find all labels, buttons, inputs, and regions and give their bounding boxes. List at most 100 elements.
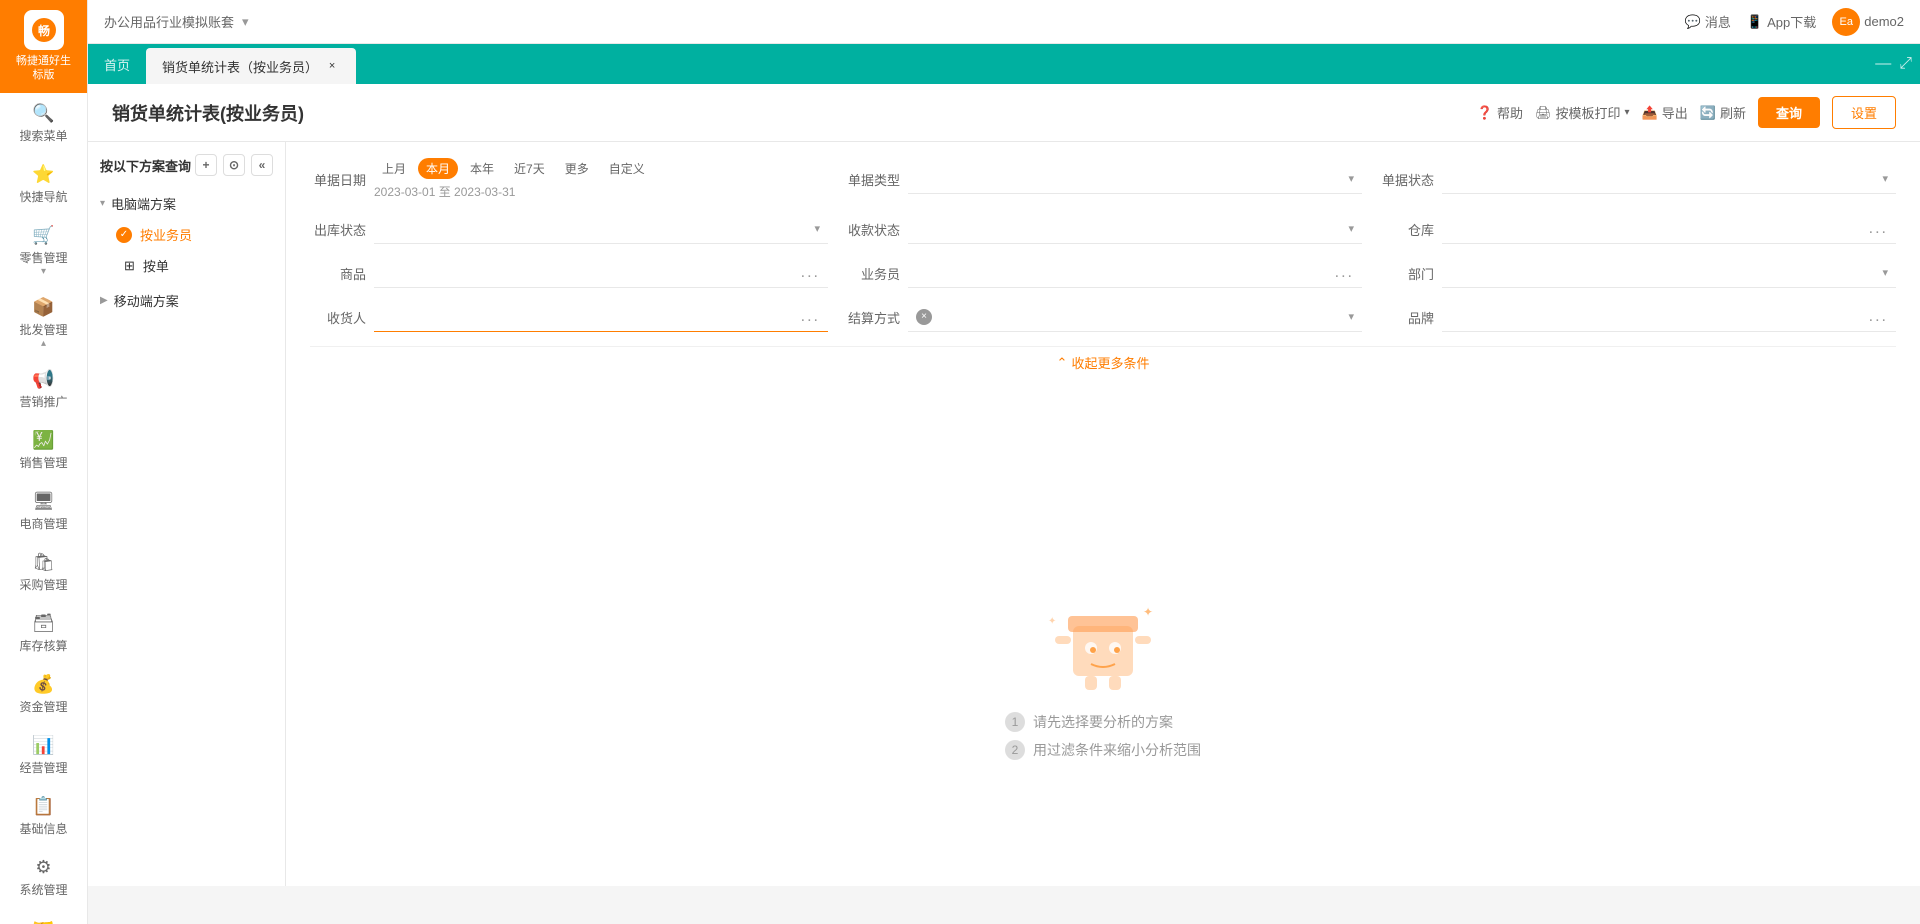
brand-input[interactable]: ... xyxy=(1442,302,1896,332)
export-icon: 📤 xyxy=(1642,105,1658,121)
tip-2-num: 2 xyxy=(1005,740,1025,760)
order-icon: ⊞ xyxy=(124,258,135,274)
date-tab-7days[interactable]: 近7天 xyxy=(506,158,553,179)
topbar-right: 💬 消息 📱 App下载 Ea demo2 xyxy=(1685,8,1904,36)
sidebar-item-inventory[interactable]: 🗃 库存核算 xyxy=(0,603,87,664)
refresh-btn[interactable]: 🔄 刷新 xyxy=(1700,103,1746,122)
sidebar-item-wholesale[interactable]: 📦 批发管理 ▴ xyxy=(0,287,87,359)
logo-text: 畅捷通好生 标版 xyxy=(16,54,71,83)
tab-active-label: 销货单统计表（按业务员） xyxy=(162,57,318,76)
filter-row-1: 单据日期 上月 本月 本年 近7天 更多 自定义 20 xyxy=(310,158,1896,200)
out-status-arrow: ▾ xyxy=(814,222,820,235)
sidebar-item-label: 经营管理 xyxy=(19,759,67,776)
sidebar-item-purchase[interactable]: 🛍 采购管理 xyxy=(0,542,87,603)
scheme-sub-label: 按单 xyxy=(143,256,169,275)
sidebar-item-system[interactable]: ⚙ 系统管理 xyxy=(0,847,87,908)
date-tab-current[interactable]: 本月 xyxy=(418,158,458,179)
sidebar-item-operation[interactable]: 📊 经营管理 xyxy=(0,725,87,786)
svg-text:✦: ✦ xyxy=(1143,605,1153,619)
app-name: 办公用品行业模拟账套 xyxy=(104,12,234,31)
collapse-btn[interactable]: ⌃ 收起更多条件 xyxy=(310,346,1896,378)
warehouse-input[interactable]: ... xyxy=(1442,214,1896,244)
receiver-label: 收货人 xyxy=(310,308,366,327)
ecommerce-icon: 🖥 xyxy=(32,491,55,512)
doc-status-input[interactable]: ▾ xyxy=(1442,164,1896,194)
date-tab-year[interactable]: 本年 xyxy=(462,158,502,179)
query-button[interactable]: 查询 xyxy=(1758,97,1820,128)
right-area: 单据日期 上月 本月 本年 近7天 更多 自定义 20 xyxy=(286,142,1920,886)
sidebar-item-ecommerce[interactable]: 🖥 电商管理 xyxy=(0,481,87,542)
filter-warehouse: 仓库 ... xyxy=(1378,214,1896,244)
scheme-add-btn[interactable]: + xyxy=(195,154,217,176)
message-label: 消息 xyxy=(1705,12,1731,31)
tab-active[interactable]: 销货单统计表（按业务员） × xyxy=(146,48,356,84)
sidebar-item-marketing[interactable]: 📢 营销推广 xyxy=(0,359,87,420)
receipt-status-label: 收款状态 xyxy=(844,220,900,239)
purchase-icon: 🛍 xyxy=(32,552,55,573)
empty-tips: 1 请先选择要分析的方案 2 用过滤条件来缩小分析范围 xyxy=(1005,712,1201,760)
scheme-item-salesperson[interactable]: ✓ 按业务员 xyxy=(88,219,285,250)
help-icon: ❓ xyxy=(1477,105,1493,121)
sidebar-item-sales[interactable]: 💹 销售管理 xyxy=(0,420,87,481)
pc-group-label: 电脑端方案 xyxy=(111,194,176,213)
tab-home-label: 首页 xyxy=(104,55,130,74)
department-input[interactable]: ▾ xyxy=(1442,258,1896,288)
product-input[interactable]: ... xyxy=(374,258,828,288)
mobile-group-arrow: ▶ xyxy=(100,295,108,306)
scheme-pc-group-header[interactable]: ▾ 电脑端方案 xyxy=(88,188,285,219)
filter-product: 商品 ... xyxy=(310,258,828,288)
filter-brand: 品牌 ... xyxy=(1378,302,1896,332)
svg-text:✦: ✦ xyxy=(1048,616,1056,627)
date-tab-prev[interactable]: 上月 xyxy=(374,158,414,179)
sidebar-item-quick-nav[interactable]: ⭐ 快捷导航 xyxy=(0,154,87,215)
user-action[interactable]: Ea demo2 xyxy=(1832,8,1904,36)
help-btn[interactable]: ❓ 帮助 xyxy=(1477,103,1523,122)
mobile-group-label: 移动端方案 xyxy=(114,291,179,310)
logo-icon: 畅 xyxy=(24,10,64,50)
sidebar-item-retail[interactable]: 🛒 零售管理 ▾ xyxy=(0,215,87,287)
salesperson-input[interactable]: ... xyxy=(908,258,1362,288)
export-btn[interactable]: 📤 导出 xyxy=(1642,103,1688,122)
scheme-copy-btn[interactable]: ⊙ xyxy=(223,154,245,176)
receiver-input[interactable]: ... xyxy=(374,302,828,332)
sidebar-item-search[interactable]: 🔍 搜索菜单 xyxy=(0,93,87,154)
sidebar-item-label: 库存核算 xyxy=(19,637,67,654)
filter-row-3: 商品 ... 业务员 ... xyxy=(310,258,1896,288)
message-action[interactable]: 💬 消息 xyxy=(1685,12,1731,31)
system-icon: ⚙ xyxy=(35,857,51,878)
filter-salesperson: 业务员 ... xyxy=(844,258,1362,288)
logo[interactable]: 畅 畅捷通好生 标版 xyxy=(0,0,87,93)
scheme-item-byorder[interactable]: ⊞ 按单 xyxy=(88,250,285,281)
sidebar-item-label: 采购管理 xyxy=(19,576,67,593)
department-arrow: ▾ xyxy=(1882,266,1888,279)
setting-button[interactable]: 设置 xyxy=(1832,96,1896,129)
scheme-item-label: 按业务员 xyxy=(140,225,192,244)
tab-maximize-btn[interactable]: ⤢ xyxy=(1899,55,1912,73)
date-tab-more[interactable]: 更多 xyxy=(557,158,597,179)
filter-row-4: 收货人 ... 结算方式 × ▾ xyxy=(310,302,1896,332)
out-status-input[interactable]: ▾ xyxy=(374,214,828,244)
sidebar-item-label: 资金管理 xyxy=(19,698,67,715)
doc-type-input[interactable]: ▾ xyxy=(908,164,1362,194)
tab-close-icon[interactable]: × xyxy=(324,58,340,74)
operation-icon: 📊 xyxy=(32,735,54,756)
settlement-clear-btn[interactable]: × xyxy=(916,309,932,325)
sidebar-item-finance[interactable]: 💰 资金管理 xyxy=(0,664,87,725)
filter-receipt-status: 收款状态 ▾ xyxy=(844,214,1362,244)
scheme-mobile-group[interactable]: ▶ 移动端方案 xyxy=(88,285,285,316)
svg-text:畅: 畅 xyxy=(37,23,49,38)
scheme-collapse-btn[interactable]: « xyxy=(251,154,273,176)
tab-home[interactable]: 首页 xyxy=(88,44,146,84)
topbar-chevron[interactable]: ▾ xyxy=(242,14,249,30)
receipt-status-input[interactable]: ▾ xyxy=(908,214,1362,244)
warehouse-dots: ... xyxy=(1869,220,1888,238)
department-label: 部门 xyxy=(1378,264,1434,283)
print-btn[interactable]: 🖨 按模板打印 ▾ xyxy=(1535,103,1630,122)
tab-minimize-btn[interactable]: — xyxy=(1875,55,1891,73)
download-action[interactable]: 📱 App下载 xyxy=(1747,12,1816,31)
sidebar-item-enterprise[interactable]: 🤝 企业协同 xyxy=(0,908,87,924)
sidebar-item-basic[interactable]: 📋 基础信息 xyxy=(0,786,87,847)
settlement-input[interactable]: × ▾ xyxy=(908,302,1362,332)
date-tab-custom[interactable]: 自定义 xyxy=(601,158,653,179)
filter-panel: 单据日期 上月 本月 本年 近7天 更多 自定义 20 xyxy=(286,142,1920,470)
